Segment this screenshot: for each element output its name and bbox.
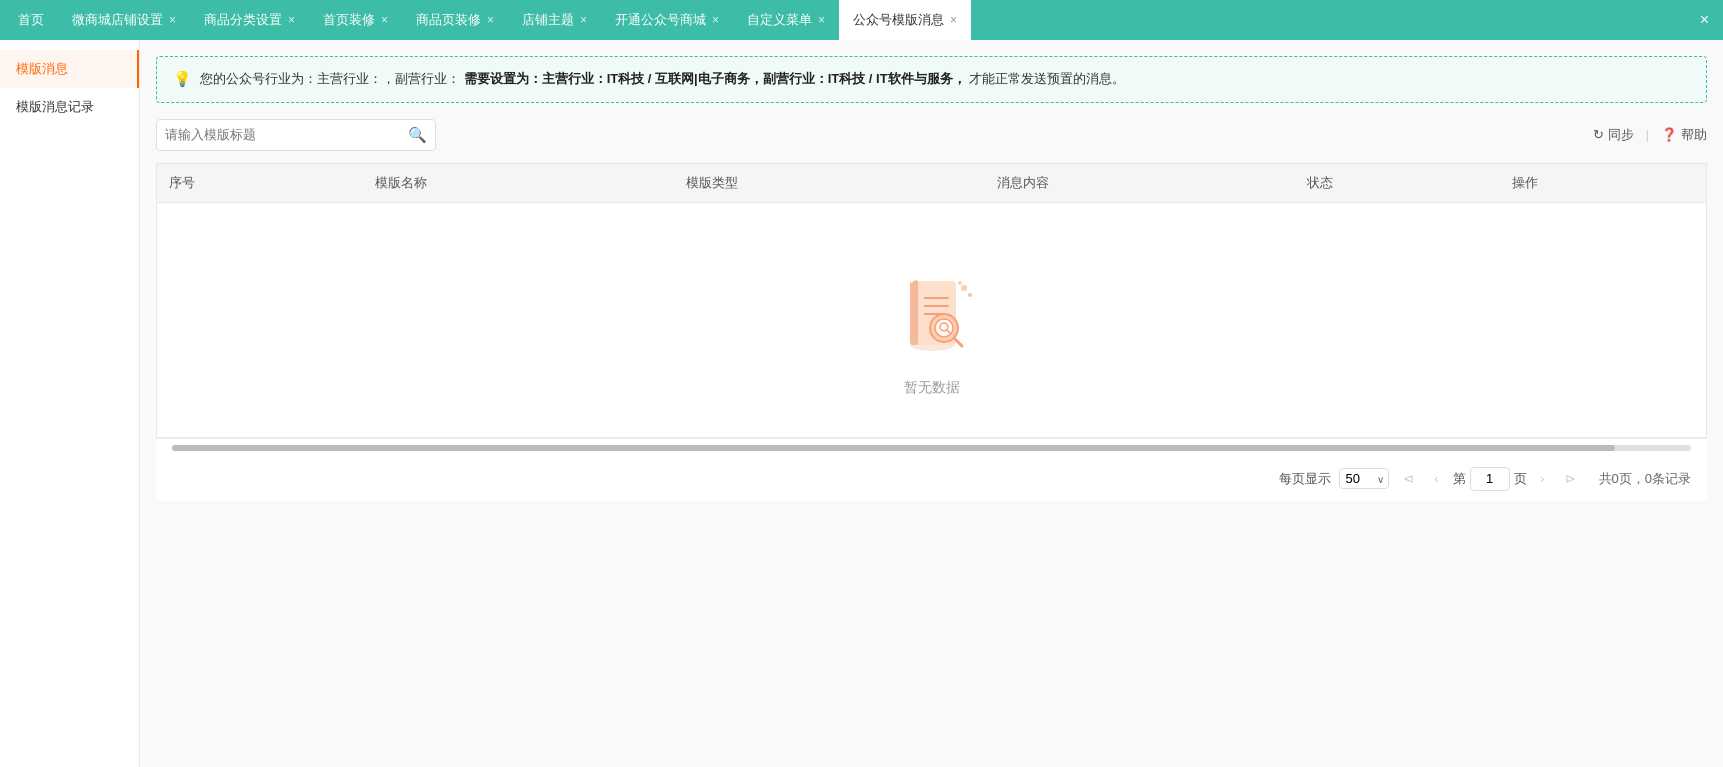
first-page-button[interactable]: ⊲ — [1397, 467, 1421, 491]
page-total: 共0页，0条记录 — [1599, 470, 1691, 488]
col-content: 消息内容 — [985, 163, 1296, 202]
tab-close-micro-shop[interactable]: × — [169, 13, 176, 27]
tab-micro-shop[interactable]: 微商城店铺设置 × — [58, 0, 190, 40]
tab-homepage-decoration[interactable]: 首页装修 × — [309, 0, 402, 40]
sync-button[interactable]: ↻ 同步 — [1593, 126, 1634, 144]
empty-state-row: 暂无数据 — [157, 202, 1707, 437]
tab-close-product-category[interactable]: × — [288, 13, 295, 27]
content-area: 💡 您的公众号行业为：主营行业：，副营行业： 需要设置为：主营行业：IT科技 /… — [140, 40, 1723, 767]
tab-product-page-decoration[interactable]: 商品页装修 × — [402, 0, 508, 40]
help-label: 帮助 — [1681, 126, 1707, 144]
sidebar-label-template-message: 模版消息 — [16, 61, 68, 76]
empty-illustration — [882, 263, 982, 363]
col-type: 模版类型 — [674, 163, 985, 202]
open-public-shop-label: 开通公众号商城 — [615, 11, 706, 29]
tab-close-store-theme[interactable]: × — [580, 13, 587, 27]
page-number-input[interactable] — [1470, 467, 1510, 491]
empty-state: 暂无数据 — [157, 203, 1706, 437]
notice-icon: 💡 — [173, 70, 192, 88]
tab-custom-menu[interactable]: 自定义菜单 × — [733, 0, 839, 40]
page-di-label: 第 — [1453, 470, 1466, 488]
divider: | — [1646, 127, 1649, 142]
global-close-button[interactable]: × — [1690, 11, 1719, 29]
search-input[interactable] — [165, 127, 408, 142]
page-size-select-wrap[interactable]: 10 20 50 100 — [1339, 468, 1389, 489]
product-category-label: 商品分类设置 — [204, 11, 282, 29]
prev-page-button[interactable]: ‹ — [1425, 467, 1449, 491]
svg-point-10 — [968, 293, 972, 297]
notice-highlight: 需要设置为：主营行业：IT科技 / 互联网|电子商务，副营行业：IT科技 / I… — [464, 71, 966, 86]
search-icon[interactable]: 🔍 — [408, 126, 427, 144]
help-button[interactable]: ❓ 帮助 — [1661, 126, 1707, 144]
empty-text: 暂无数据 — [904, 379, 960, 397]
page-size-select[interactable]: 10 20 50 100 — [1339, 468, 1389, 489]
tab-bar: 首页 微商城店铺设置 × 商品分类设置 × 首页装修 × 商品页装修 × 店铺主… — [0, 0, 1723, 40]
page-label: 页 — [1514, 470, 1527, 488]
tab-home[interactable]: 首页 — [4, 0, 58, 40]
sidebar-item-template-message-log[interactable]: 模版消息记录 — [0, 88, 139, 126]
tab-close-product-page-decoration[interactable]: × — [487, 13, 494, 27]
sidebar-item-template-message[interactable]: 模版消息 — [0, 50, 139, 88]
homepage-decoration-label: 首页装修 — [323, 11, 375, 29]
main-layout: 模版消息 模版消息记录 💡 您的公众号行业为：主营行业：，副营行业： 需要设置为… — [0, 40, 1723, 767]
scrollbar-thumb[interactable] — [172, 445, 1615, 451]
notice-text: 您的公众号行业为：主营行业：，副营行业： 需要设置为：主营行业：IT科技 / 互… — [200, 69, 1125, 90]
pagination: 每页显示 10 20 50 100 ⊲ ‹ 第 页 › ⊳ 共0页，0条记录 — [156, 457, 1707, 501]
next-page-button[interactable]: › — [1531, 467, 1555, 491]
product-page-decoration-label: 商品页装修 — [416, 11, 481, 29]
tab-store-theme[interactable]: 店铺主题 × — [508, 0, 601, 40]
svg-point-11 — [958, 281, 962, 285]
sync-icon: ↻ — [1593, 127, 1604, 142]
col-action: 操作 — [1500, 163, 1707, 202]
page-size-label: 每页显示 — [1279, 470, 1331, 488]
col-index: 序号 — [157, 163, 364, 202]
tab-close-open-public-shop[interactable]: × — [712, 13, 719, 27]
col-status: 状态 — [1295, 163, 1499, 202]
search-actions: ↻ 同步 | ❓ 帮助 — [1593, 126, 1707, 144]
home-tab-label: 首页 — [18, 11, 44, 29]
tab-template-message[interactable]: 公众号模版消息 × — [839, 0, 971, 40]
sidebar: 模版消息 模版消息记录 — [0, 40, 140, 767]
sync-label: 同步 — [1608, 126, 1634, 144]
custom-menu-label: 自定义菜单 — [747, 11, 812, 29]
sidebar-label-template-message-log: 模版消息记录 — [16, 99, 94, 114]
micro-shop-label: 微商城店铺设置 — [72, 11, 163, 29]
search-input-wrap[interactable]: 🔍 — [156, 119, 436, 151]
svg-point-5 — [935, 319, 953, 337]
template-message-label: 公众号模版消息 — [853, 11, 944, 29]
tab-product-category[interactable]: 商品分类设置 × — [190, 0, 309, 40]
data-table: 序号 模版名称 模版类型 消息内容 状态 操作 — [156, 163, 1707, 438]
notice-prefix: 您的公众号行业为：主营行业：，副营行业： — [200, 71, 460, 86]
tab-open-public-shop[interactable]: 开通公众号商城 × — [601, 0, 733, 40]
last-page-button[interactable]: ⊳ — [1559, 467, 1583, 491]
svg-point-9 — [961, 285, 967, 291]
store-theme-label: 店铺主题 — [522, 11, 574, 29]
tab-close-template-message[interactable]: × — [950, 13, 957, 27]
tab-close-custom-menu[interactable]: × — [818, 13, 825, 27]
table-header-row: 序号 模版名称 模版类型 消息内容 状态 操作 — [157, 163, 1707, 202]
tab-close-homepage-decoration[interactable]: × — [381, 13, 388, 27]
help-icon: ❓ — [1661, 127, 1677, 142]
page-nav: ⊲ ‹ 第 页 › ⊳ — [1397, 467, 1583, 491]
col-name: 模版名称 — [363, 163, 674, 202]
scrollbar-track[interactable] — [172, 445, 1691, 451]
search-bar: 🔍 ↻ 同步 | ❓ 帮助 — [156, 119, 1707, 151]
notice-suffix: 才能正常发送预置的消息。 — [969, 71, 1125, 86]
scrollbar-row — [156, 438, 1707, 457]
notice-box: 💡 您的公众号行业为：主营行业：，副营行业： 需要设置为：主营行业：IT科技 /… — [156, 56, 1707, 103]
